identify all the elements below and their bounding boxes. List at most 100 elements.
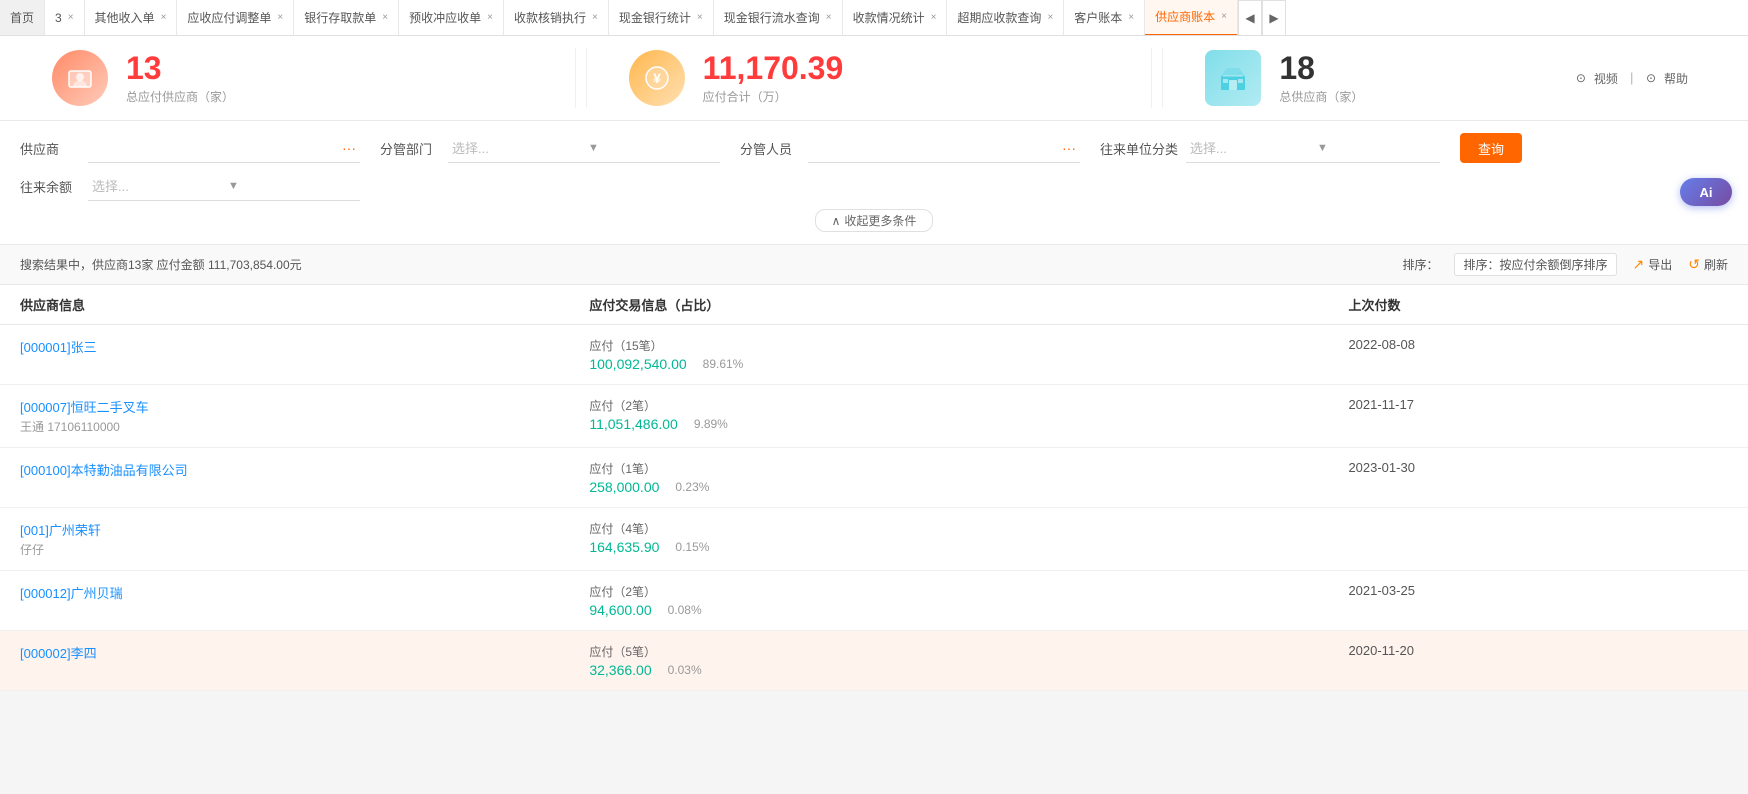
transaction-amount[interactable]: 100,092,540.00: [589, 356, 686, 372]
supplier-cell: [000001]张三: [20, 337, 589, 356]
transaction-pct: 9.89%: [694, 417, 728, 431]
ai-fab-button[interactable]: Ai: [1680, 178, 1732, 206]
stat-payable-suppliers: 13 总应付供应商（家）: [20, 48, 576, 108]
table-row: [000012]广州贝瑞 应付（2笔） 94,600.00 0.08% 2021…: [0, 571, 1748, 631]
collapse-button[interactable]: ∧ 收起更多条件: [815, 209, 934, 232]
transaction-amount[interactable]: 11,051,486.00: [589, 416, 678, 432]
unit-class-select[interactable]: 选择... ▼: [1186, 133, 1440, 163]
filter-balance: 往来余额 选择... ▼: [20, 171, 360, 201]
amount-row: 100,092,540.00 89.61%: [589, 356, 1348, 372]
amount-row: 164,635.90 0.15%: [589, 539, 1348, 555]
nav-tab-customer-book-label: 客户账本: [1074, 9, 1122, 26]
nav-tab-home[interactable]: 首页: [0, 0, 45, 36]
person-input[interactable]: [808, 140, 1058, 155]
nav-tab-recv-verify[interactable]: 收款核销执行 ×: [504, 0, 609, 36]
balance-select[interactable]: 选择... ▼: [88, 171, 360, 201]
nav-tab-customer-book-close[interactable]: ×: [1128, 12, 1134, 23]
payable-suppliers-info: 13 总应付供应商（家）: [126, 52, 234, 105]
stat-total-suppliers: 18 总供应商（家） ⊙ 视频 ｜ ⊙ 帮助: [1173, 48, 1728, 108]
last-payment-date: 2023-01-30: [1348, 460, 1415, 475]
collapse-chevron-icon: ∧: [832, 214, 841, 228]
amount-row: 11,051,486.00 9.89%: [589, 416, 1348, 432]
table-row: [000001]张三 应付（15笔） 100,092,540.00 89.61%…: [0, 325, 1748, 385]
refresh-label: 刷新: [1704, 256, 1728, 273]
payable-suppliers-count: 13: [126, 52, 234, 84]
nav-tab-ar-ap-adjust[interactable]: 应收应付调整单 ×: [177, 0, 294, 36]
nav-tab-recv-stat-close[interactable]: ×: [931, 12, 937, 23]
supplier-cell: [000100]本特勤油品有限公司: [20, 460, 589, 479]
nav-tab-supplier-book-label: 供应商账本: [1155, 8, 1215, 25]
transaction-amount[interactable]: 164,635.90: [589, 539, 659, 555]
circle-icon: ⊙: [1576, 71, 1586, 85]
nav-tab-pre-recv-close[interactable]: ×: [487, 12, 493, 23]
video-link[interactable]: 视频: [1594, 70, 1618, 87]
supplier-input-wrapper[interactable]: ···: [88, 133, 360, 163]
nav-tab-recv-verify-close[interactable]: ×: [592, 12, 598, 23]
filter-unit-class: 往来单位分类 选择... ▼: [1100, 133, 1440, 163]
transaction-amount[interactable]: 32,366.00: [589, 662, 651, 678]
stat-payable-amount: ¥ 11,170.39 应付合计（万）: [597, 48, 1153, 108]
supplier-link[interactable]: [000100]本特勤油品有限公司: [20, 463, 188, 478]
supplier-link[interactable]: [000012]广州贝瑞: [20, 586, 123, 601]
dept-select[interactable]: 选择... ▼: [448, 133, 720, 163]
result-actions: 排序： 排序：按应付余额倒序排序 ↗ 导出 ↺ 刷新: [1402, 253, 1728, 276]
col-header-last-payment: 上次付数: [1348, 295, 1728, 314]
last-payment-cell: 2021-03-25: [1348, 583, 1728, 598]
transaction-amount[interactable]: 94,600.00: [589, 602, 651, 618]
supplier-link[interactable]: [000001]张三: [20, 340, 97, 355]
nav-tab-other-income-close[interactable]: ×: [161, 12, 167, 23]
divider-text: ｜: [1626, 70, 1638, 87]
supplier-link[interactable]: [000007]恒旺二手叉车: [20, 400, 149, 415]
nav-tab-cash-bank-stat-close[interactable]: ×: [697, 12, 703, 23]
nav-next-arrow[interactable]: ▶: [1262, 0, 1286, 36]
balance-chevron-icon[interactable]: ▼: [224, 180, 360, 192]
person-input-wrapper[interactable]: ···: [808, 133, 1080, 163]
unit-class-chevron-icon[interactable]: ▼: [1313, 142, 1440, 154]
transaction-amount[interactable]: 258,000.00: [589, 479, 659, 495]
nav-tab-overdue-recv-close[interactable]: ×: [1047, 12, 1053, 23]
last-payment-cell: 2022-08-08: [1348, 337, 1728, 352]
result-bar: 搜索结果中，供应商13家 应付金额 111,703,854.00元 排序： 排序…: [0, 245, 1748, 285]
nav-tab-3-label: 3: [55, 11, 62, 25]
last-payment-cell: 2020-11-20: [1348, 643, 1728, 658]
nav-tab-cash-bank-stat[interactable]: 现金银行统计 ×: [609, 0, 714, 36]
nav-tab-ar-ap-close[interactable]: ×: [277, 12, 283, 23]
transaction-cell: 应付（5笔） 32,366.00 0.03%: [589, 643, 1348, 678]
store-icon: [1203, 48, 1263, 108]
nav-tab-supplier-book[interactable]: 供应商账本 ×: [1145, 0, 1238, 36]
nav-tab-pre-recv[interactable]: 预收冲应收单 ×: [399, 0, 504, 36]
supplier-sub: 王通 17106110000: [20, 418, 589, 435]
top-navigation: 首页 3 × 其他收入单 × 应收应付调整单 × 银行存取款单 × 预收冲应收单…: [0, 0, 1748, 36]
nav-tab-customer-book[interactable]: 客户账本 ×: [1064, 0, 1145, 36]
dept-chevron-icon[interactable]: ▼: [584, 142, 720, 154]
nav-tab-3[interactable]: 3 ×: [45, 0, 85, 36]
nav-tab-recv-stat[interactable]: 收款情况统计 ×: [843, 0, 948, 36]
table-body: [000001]张三 应付（15笔） 100,092,540.00 89.61%…: [0, 325, 1748, 691]
unit-class-placeholder: 选择...: [1186, 138, 1313, 157]
export-link[interactable]: ↗ 导出: [1633, 256, 1673, 273]
supplier-link[interactable]: [001]广州荣轩: [20, 523, 101, 538]
filter-dept: 分管部门 选择... ▼: [380, 133, 720, 163]
collapse-label: 收起更多条件: [844, 212, 916, 229]
collapse-bar: ∧ 收起更多条件: [20, 209, 1728, 232]
nav-tab-supplier-book-close[interactable]: ×: [1221, 11, 1227, 22]
nav-tab-cash-flow-close[interactable]: ×: [826, 12, 832, 23]
amount-row: 94,600.00 0.08%: [589, 602, 1348, 618]
nav-tab-bank-deposit-close[interactable]: ×: [382, 12, 388, 23]
nav-tab-bank-deposit[interactable]: 银行存取款单 ×: [294, 0, 399, 36]
query-button[interactable]: 查询: [1460, 133, 1522, 163]
help-link[interactable]: 帮助: [1664, 70, 1688, 87]
supplier-dots-icon[interactable]: ···: [338, 140, 360, 156]
nav-prev-arrow[interactable]: ◀: [1238, 0, 1262, 36]
supplier-input[interactable]: [88, 140, 338, 155]
nav-tab-3-close[interactable]: ×: [68, 12, 74, 23]
person-dots-icon[interactable]: ···: [1058, 140, 1080, 156]
refresh-link[interactable]: ↺ 刷新: [1688, 256, 1728, 273]
nav-tab-other-income[interactable]: 其他收入单 ×: [85, 0, 178, 36]
nav-tab-overdue-recv[interactable]: 超期应收款查询 ×: [947, 0, 1064, 36]
supplier-link[interactable]: [000002]李四: [20, 646, 97, 661]
nav-tab-home-label: 首页: [10, 9, 34, 26]
transaction-pct: 89.61%: [703, 357, 744, 371]
nav-tab-cash-flow[interactable]: 现金银行流水查询 ×: [714, 0, 843, 36]
sort-select[interactable]: 排序：按应付余额倒序排序: [1454, 253, 1616, 276]
